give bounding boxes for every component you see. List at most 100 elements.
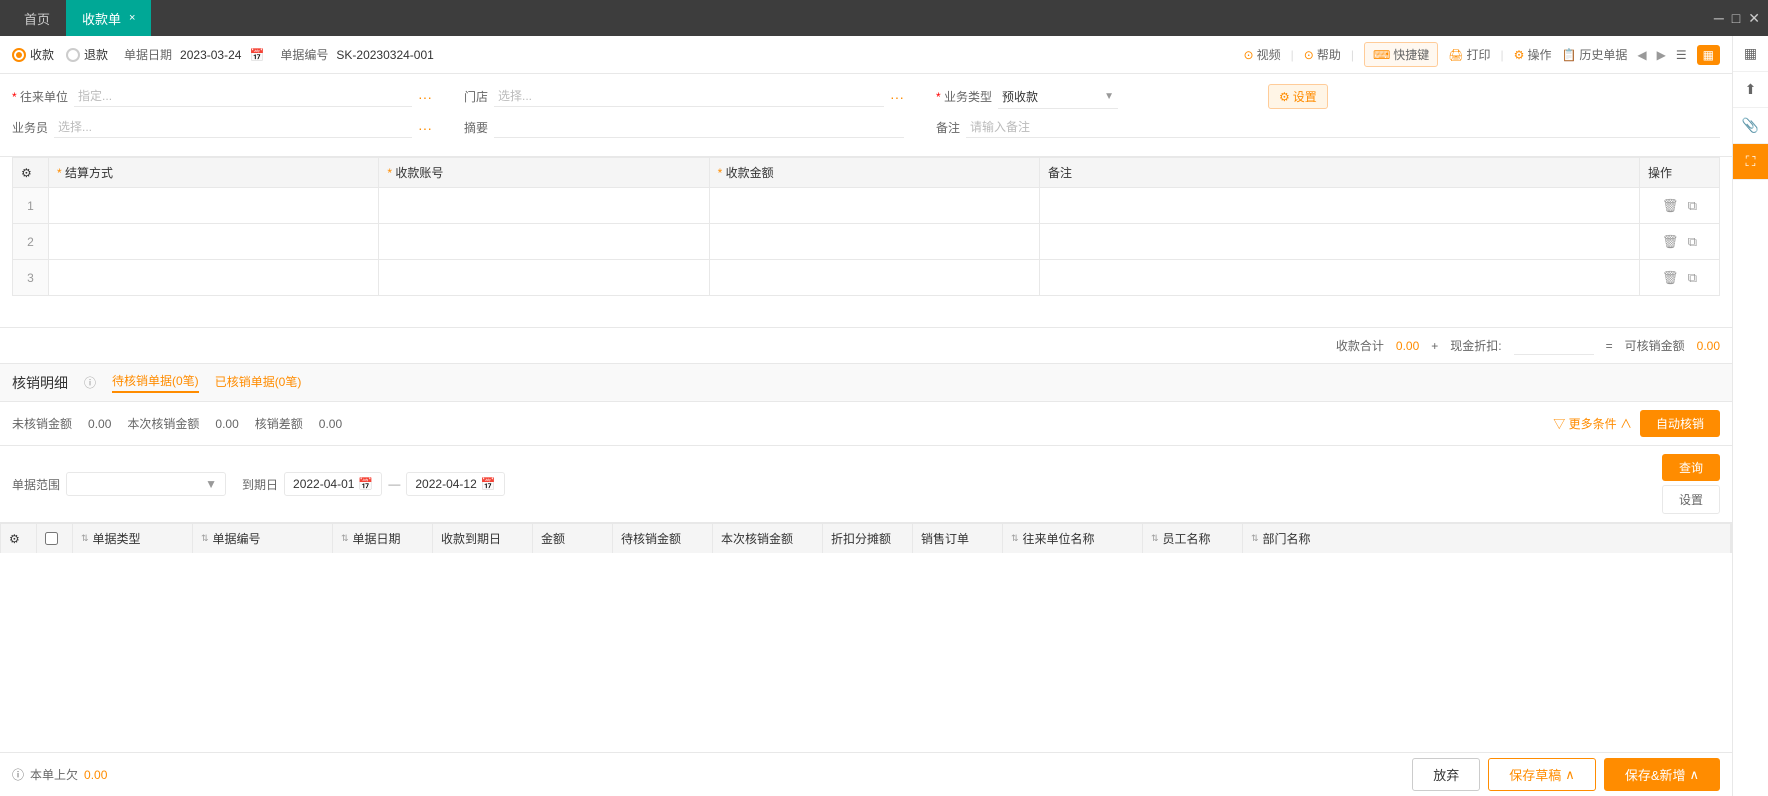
tab-receipt[interactable]: 收款单 ×	[66, 0, 151, 36]
copy-row-3-btn[interactable]: ⧉	[1688, 270, 1697, 285]
delete-row-3-btn[interactable]: 🗑	[1662, 270, 1679, 285]
amount-input-1[interactable]	[710, 188, 1039, 223]
settle-method-input-1[interactable]	[49, 188, 378, 223]
verify-settings-button[interactable]: 设置	[1662, 485, 1720, 514]
tab-close-icon[interactable]: ×	[129, 12, 135, 24]
tab-pending-verify[interactable]: 待核销单据(0笔)	[112, 372, 199, 393]
range-select[interactable]: ▼	[66, 472, 226, 496]
copy-row-2-btn[interactable]: ⧉	[1688, 234, 1697, 249]
bth-dept: ⇅ 部门名称	[1243, 524, 1731, 553]
remarks-cell-1[interactable]	[1040, 188, 1640, 224]
date-end-input[interactable]: 2022-04-12 📅	[406, 472, 504, 496]
account-input-3[interactable]	[379, 260, 708, 295]
diff-label: 核销差额	[255, 415, 303, 432]
date-start-icon: 📅	[358, 477, 373, 491]
account-cell-3[interactable]	[379, 260, 709, 296]
save-draft-label: 保存草稿	[1509, 765, 1561, 784]
radio-receipt-dot	[12, 48, 26, 62]
staff-input[interactable]	[54, 117, 412, 138]
actions-cell-1: 🗑 ⧉	[1640, 188, 1720, 224]
bottom-info: ⓘ 本单上欠 0.00	[12, 766, 107, 783]
remarks-cell-3[interactable]	[1040, 260, 1640, 296]
counterpart-more-icon[interactable]: ···	[418, 89, 432, 105]
maximize-btn[interactable]: □	[1732, 10, 1740, 27]
business-type-chevron: ▼	[1104, 91, 1114, 102]
settle-method-cell-2[interactable]	[49, 224, 379, 260]
view-grid-icon[interactable]: ▦	[1697, 45, 1720, 65]
view-list-icon[interactable]: ☰	[1676, 48, 1687, 62]
save-new-button[interactable]: 保存&新增 ∧	[1604, 758, 1720, 791]
remarks-input[interactable]	[966, 117, 1720, 138]
discount-input[interactable]	[1514, 336, 1594, 355]
history-btn[interactable]: 📋 历史单据	[1561, 46, 1627, 63]
summary-input[interactable]	[494, 117, 904, 138]
filter-actions: 查询 设置	[1662, 454, 1720, 514]
amount-cell-1[interactable]	[709, 188, 1039, 224]
account-cell-1[interactable]	[379, 188, 709, 224]
settings-button[interactable]: ⚙ 设置	[1268, 84, 1328, 109]
remarks-cell-2[interactable]	[1040, 224, 1640, 260]
nav-next[interactable]: ▶	[1657, 48, 1666, 62]
staff-more-icon[interactable]: ···	[418, 120, 432, 136]
nav-prev[interactable]: ◀	[1637, 48, 1646, 62]
minimize-btn[interactable]: ─	[1714, 10, 1724, 27]
remarks-input-3[interactable]	[1040, 260, 1639, 295]
remarks-input-1[interactable]	[1040, 188, 1639, 223]
unchecked-label: 未核销金额	[12, 415, 72, 432]
date-start-input[interactable]: 2022-04-01 📅	[284, 472, 382, 496]
bth-due-date: 收款到期日	[433, 524, 533, 553]
store-field: 门店 ···	[464, 86, 904, 107]
sidebar-table-btn[interactable]: ▦	[1733, 36, 1768, 72]
bth-settings[interactable]: ⚙	[1, 524, 37, 553]
help-btn[interactable]: ⊙ 帮助	[1304, 46, 1341, 63]
delete-row-2-btn[interactable]: 🗑	[1662, 234, 1679, 249]
account-cell-2[interactable]	[379, 224, 709, 260]
account-input-2[interactable]	[379, 224, 708, 259]
delete-row-1-btn[interactable]: 🗑	[1662, 198, 1679, 213]
th-settle-method: * 结算方式	[49, 158, 379, 188]
date-calendar-icon[interactable]: 📅	[249, 48, 264, 62]
shortcut-btn[interactable]: ⌨ 快捷键	[1364, 42, 1438, 67]
bth-staff: ⇅ 员工名称	[1143, 524, 1243, 553]
settle-method-input-3[interactable]	[49, 260, 378, 295]
close-btn[interactable]: ✕	[1748, 10, 1760, 27]
th-settings[interactable]: ⚙	[13, 158, 49, 188]
discard-button[interactable]: 放弃	[1412, 758, 1480, 791]
more-conditions-btn[interactable]: ▽ 更多条件 ∧	[1553, 415, 1632, 432]
radio-refund[interactable]: 退款	[66, 46, 108, 63]
sidebar-import-btn[interactable]: ⬆	[1733, 72, 1768, 108]
amount-cell-2[interactable]	[709, 224, 1039, 260]
auto-verify-button[interactable]: 自动核销	[1640, 410, 1720, 437]
sidebar-expand-btn[interactable]: ⛶	[1733, 144, 1768, 180]
settle-method-cell-1[interactable]	[49, 188, 379, 224]
actions-cell-2: 🗑 ⧉	[1640, 224, 1720, 260]
settle-method-input-2[interactable]	[49, 224, 378, 259]
date-start-value: 2022-04-01	[293, 477, 354, 491]
toolbar-right: ⊙ 视频 | ⊙ 帮助 | ⌨ 快捷键 🖨 打印 | ⚙ 操作	[1244, 42, 1720, 67]
copy-row-1-btn[interactable]: ⧉	[1688, 198, 1697, 213]
save-draft-button[interactable]: 保存草稿 ∧	[1488, 758, 1596, 791]
tab-verified[interactable]: 已核销单据(0笔)	[215, 373, 302, 392]
counterpart-input[interactable]	[74, 86, 412, 107]
account-input-1[interactable]	[379, 188, 708, 223]
radio-receipt[interactable]: 收款	[12, 46, 54, 63]
amount-input-3[interactable]	[710, 260, 1039, 295]
shortcut-icon: ⌨	[1373, 48, 1390, 62]
business-type-select[interactable]: 预收款 ▼	[998, 85, 1118, 109]
store-more-icon[interactable]: ···	[890, 89, 904, 105]
settle-method-cell-3[interactable]	[49, 260, 379, 296]
video-btn[interactable]: ⊙ 视频	[1244, 46, 1281, 63]
sidebar-attach-btn[interactable]: 📎	[1733, 108, 1768, 144]
amount-cell-3[interactable]	[709, 260, 1039, 296]
operation-btn[interactable]: ⚙ 操作	[1514, 46, 1552, 63]
row-num-3: 3	[13, 260, 49, 296]
bth-checkbox[interactable]	[37, 524, 73, 553]
tab-home[interactable]: 首页	[8, 0, 66, 36]
remarks-input-2[interactable]	[1040, 224, 1639, 259]
print-btn[interactable]: 🖨 打印	[1448, 46, 1490, 63]
amount-input-2[interactable]	[710, 224, 1039, 259]
staff-label: 业务员	[12, 119, 48, 136]
store-input[interactable]	[494, 86, 884, 107]
query-button[interactable]: 查询	[1662, 454, 1720, 481]
select-all-checkbox[interactable]	[45, 532, 58, 545]
